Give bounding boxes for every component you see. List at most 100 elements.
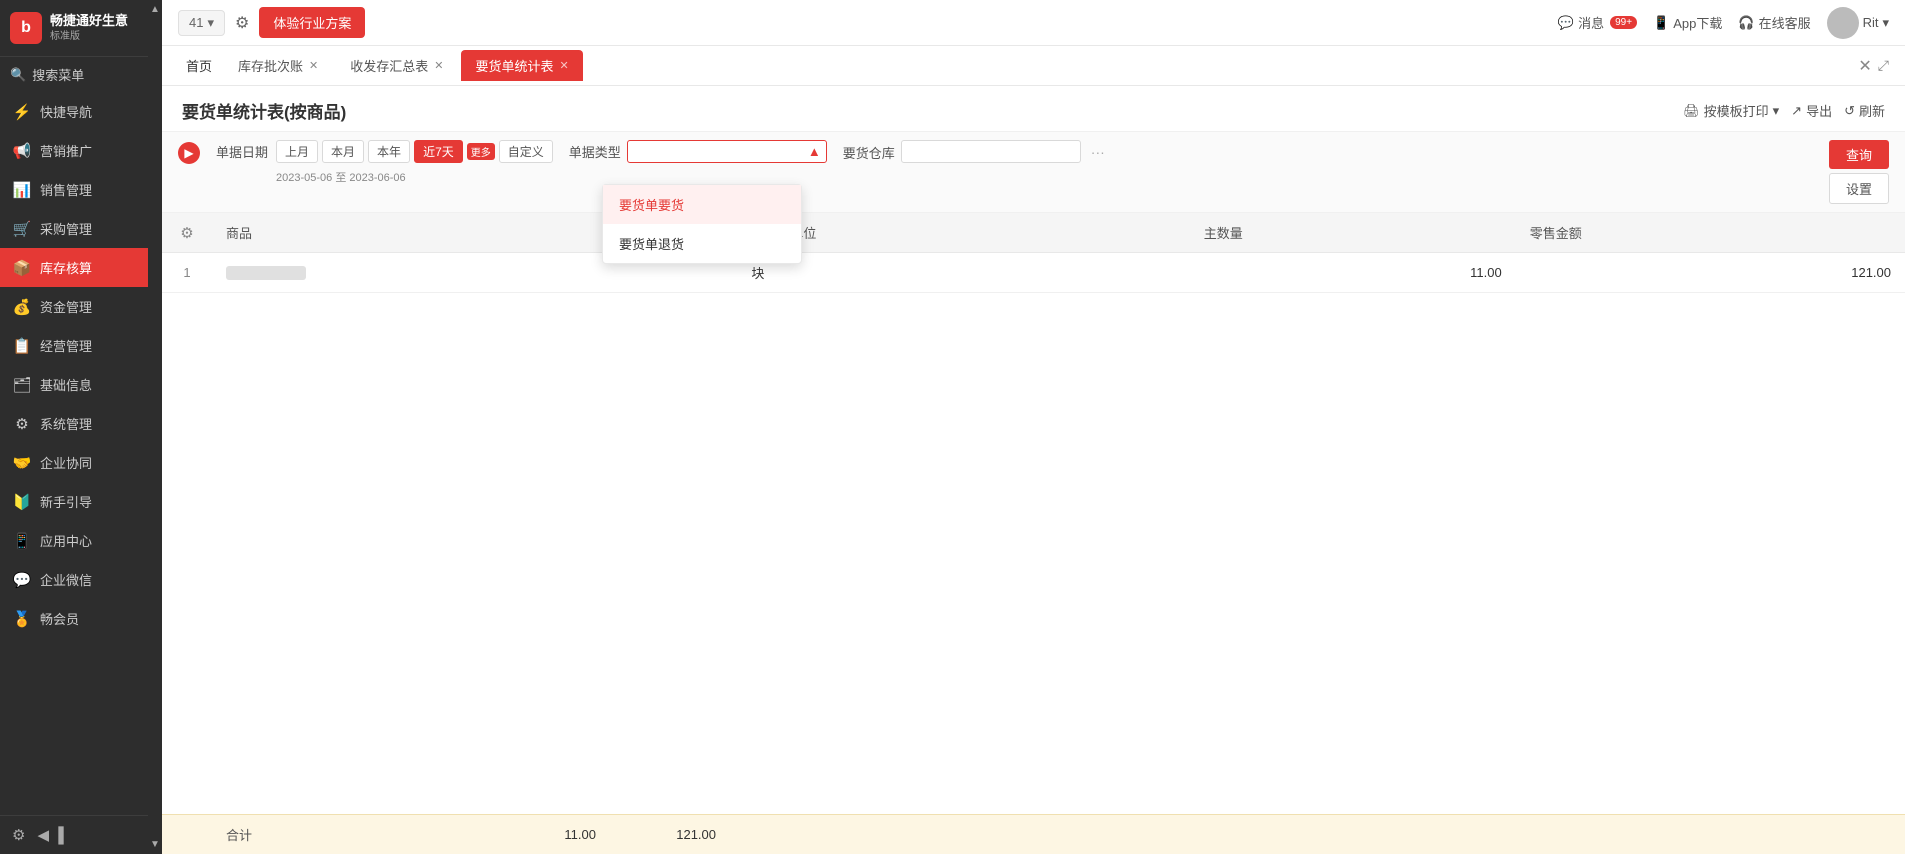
page-actions: 🖨 按模板打印 ▾ ↗ 导出 ↺ 刷新 [1683,101,1885,120]
tab-recv-summary-label: 收发存汇总表 [350,56,428,75]
tab-order-stats-close[interactable]: ✕ [560,59,569,72]
print-icon: 🖨 [1683,103,1700,119]
date-more-badge[interactable]: 更多 [467,143,495,160]
date-last-month[interactable]: 上月 [276,140,318,163]
export-label: 导出 [1806,101,1832,120]
sidebar-item-guide[interactable]: 🔰 新手引导 [0,482,148,521]
sidebar-item-wechat[interactable]: 💬 企业微信 [0,560,148,599]
sidebar-nav: ⚡ 快捷导航 📢 营销推广 📊 销售管理 🛒 采购管理 📦 库存核算 💰 资金管… [0,92,148,815]
online-service-button[interactable]: 🎧 在线客服 [1738,13,1810,32]
sidebar-item-system[interactable]: ⚙ 系统管理 [0,404,148,443]
print-button[interactable]: 🖨 按模板打印 ▾ [1683,101,1779,120]
refresh-button[interactable]: ↺ 刷新 [1844,101,1885,120]
sidebar-item-purchase[interactable]: 🛒 采购管理 [0,209,148,248]
sidebar-item-member-label: 畅会员 [40,609,79,628]
sidebar-search-label: 搜索菜单 [32,65,84,84]
basic-icon: 🗂 [12,376,32,394]
sidebar-item-basic[interactable]: 🗂 基础信息 [0,365,148,404]
tabs-close-all-icon[interactable]: ✕ [1858,56,1871,76]
sidebar-item-purchase-label: 采购管理 [40,219,92,238]
filter-expand-icon: ▶ [184,146,193,160]
tab-home[interactable]: 首页 [178,50,220,81]
sidebar-item-finance[interactable]: 💰 资金管理 [0,287,148,326]
sidebar-item-marketing[interactable]: 📢 营销推广 [0,131,148,170]
messages-button[interactable]: 💬 消息 99+ [1558,13,1637,32]
sidebar-bottom: ⚙ ◀ ▐ [0,815,148,854]
sidebar-item-basic-label: 基础信息 [40,375,92,394]
th-unit: 主计量单位 [737,213,1189,253]
sidebar-item-enterprise-label: 企业协同 [40,453,92,472]
app-name: 畅捷通好生意 [50,13,128,30]
filter-type-input[interactable] [627,140,827,163]
query-button[interactable]: 查询 [1829,140,1889,169]
table-body: 1 块 11.00 121.00 [162,253,1905,293]
export-button[interactable]: ↗ 导出 [1791,101,1832,120]
purchase-icon: 🛒 [12,220,32,238]
member-icon: 🏅 [12,610,32,628]
dropdown-item-order-goods[interactable]: 要货单要货 [603,185,801,224]
cell-amount: 121.00 [1516,253,1905,293]
app-download-button[interactable]: 📱 App下载 [1653,13,1722,32]
company-dropdown-icon: ▾ [207,15,214,31]
date-this-year[interactable]: 本年 [368,140,410,163]
company-selector[interactable]: 41 ▾ [178,10,225,36]
refresh-label: 刷新 [1859,101,1885,120]
filter-warehouse-input[interactable] [901,140,1081,163]
wechat-icon: 💬 [12,571,32,589]
sidebar-item-sales[interactable]: 📊 销售管理 [0,170,148,209]
scroll-down-icon[interactable]: ▼ [150,839,160,850]
dropdown-item-order-return[interactable]: 要货单退货 [603,224,801,263]
user-menu[interactable]: Rit ▾ [1827,7,1889,39]
footer-amount: 121.00 [596,827,716,842]
search-icon: 🔍 [10,67,26,83]
th-gear[interactable]: ⚙ [162,213,212,253]
sidebar-search[interactable]: 🔍 搜索菜单 [0,57,148,92]
header-left: 41 ▾ ⚙ 体验行业方案 [178,7,365,38]
print-dropdown-icon: ▾ [1773,103,1780,119]
export-icon: ↗ [1791,103,1802,119]
header-settings-icon[interactable]: ⚙ [235,13,249,33]
tab-batch-account[interactable]: 库存批次账 ✕ [224,50,332,81]
table-row: 1 块 11.00 121.00 [162,253,1905,293]
sidebar-item-quick-nav[interactable]: ⚡ 快捷导航 [0,92,148,131]
sidebar-item-member[interactable]: 🏅 畅会员 [0,599,148,638]
tab-recv-summary[interactable]: 收发存汇总表 ✕ [336,50,457,81]
print-label: 按模板打印 [1704,101,1769,120]
finance-icon: 💰 [12,298,32,316]
column-settings-icon[interactable]: ⚙ [180,225,193,242]
tab-home-label: 首页 [186,56,212,75]
sidebar-item-operation[interactable]: 📋 经营管理 [0,326,148,365]
tabs-expand-icon[interactable]: ⤢ [1878,57,1889,74]
sidebar-collapse-icon[interactable]: ◀ ▐ [37,826,63,844]
date-custom-button[interactable]: 自定义 [499,140,553,163]
filter-settings-button[interactable]: 设置 [1829,173,1889,204]
date-recent-7days[interactable]: 近7天 [414,140,463,163]
operation-icon: 📋 [12,337,32,355]
footer-label: 合计 [176,825,416,844]
scroll-up-icon[interactable]: ▲ [150,4,160,15]
sidebar-item-inventory[interactable]: 📦 库存核算 [0,248,148,287]
filter-type-dropdown-icon[interactable]: ▲ [808,144,821,159]
sidebar-item-finance-label: 资金管理 [40,297,92,316]
tabs-bar: 首页 库存批次账 ✕ 收发存汇总表 ✕ 要货单统计表 ✕ ✕ ⤢ [162,46,1905,86]
filter-expand-button[interactable]: ▶ [178,142,200,164]
sidebar-settings-icon[interactable]: ⚙ [12,826,25,844]
app-logo-icon: b [10,12,42,44]
marketing-icon: 📢 [12,142,32,160]
tab-recv-summary-close[interactable]: ✕ [434,59,443,72]
th-amount: 零售金额 [1516,213,1905,253]
sidebar: b 畅捷通好生意 标准版 🔍 搜索菜单 ⚡ 快捷导航 📢 营销推广 📊 销售管理… [0,0,148,854]
messages-label: 消息 [1578,13,1604,32]
trial-button[interactable]: 体验行业方案 [259,7,365,38]
date-this-month[interactable]: 本月 [322,140,364,163]
sidebar-item-appcenter[interactable]: 📱 应用中心 [0,521,148,560]
tab-batch-account-close[interactable]: ✕ [309,59,318,72]
tab-order-stats[interactable]: 要货单统计表 ✕ [461,50,582,81]
online-service-label: 在线客服 [1759,13,1811,32]
cell-row-no: 1 [162,253,212,293]
filter-type-label: 单据类型 [569,140,621,161]
filter-warehouse-more-icon[interactable]: ··· [1087,144,1109,160]
main-content: 41 ▾ ⚙ 体验行业方案 💬 消息 99+ 📱 App下载 🎧 在线客服 [162,0,1905,854]
sidebar-item-enterprise[interactable]: 🤝 企业协同 [0,443,148,482]
page-content: 要货单统计表(按商品) 🖨 按模板打印 ▾ ↗ 导出 ↺ 刷新 [162,86,1905,854]
